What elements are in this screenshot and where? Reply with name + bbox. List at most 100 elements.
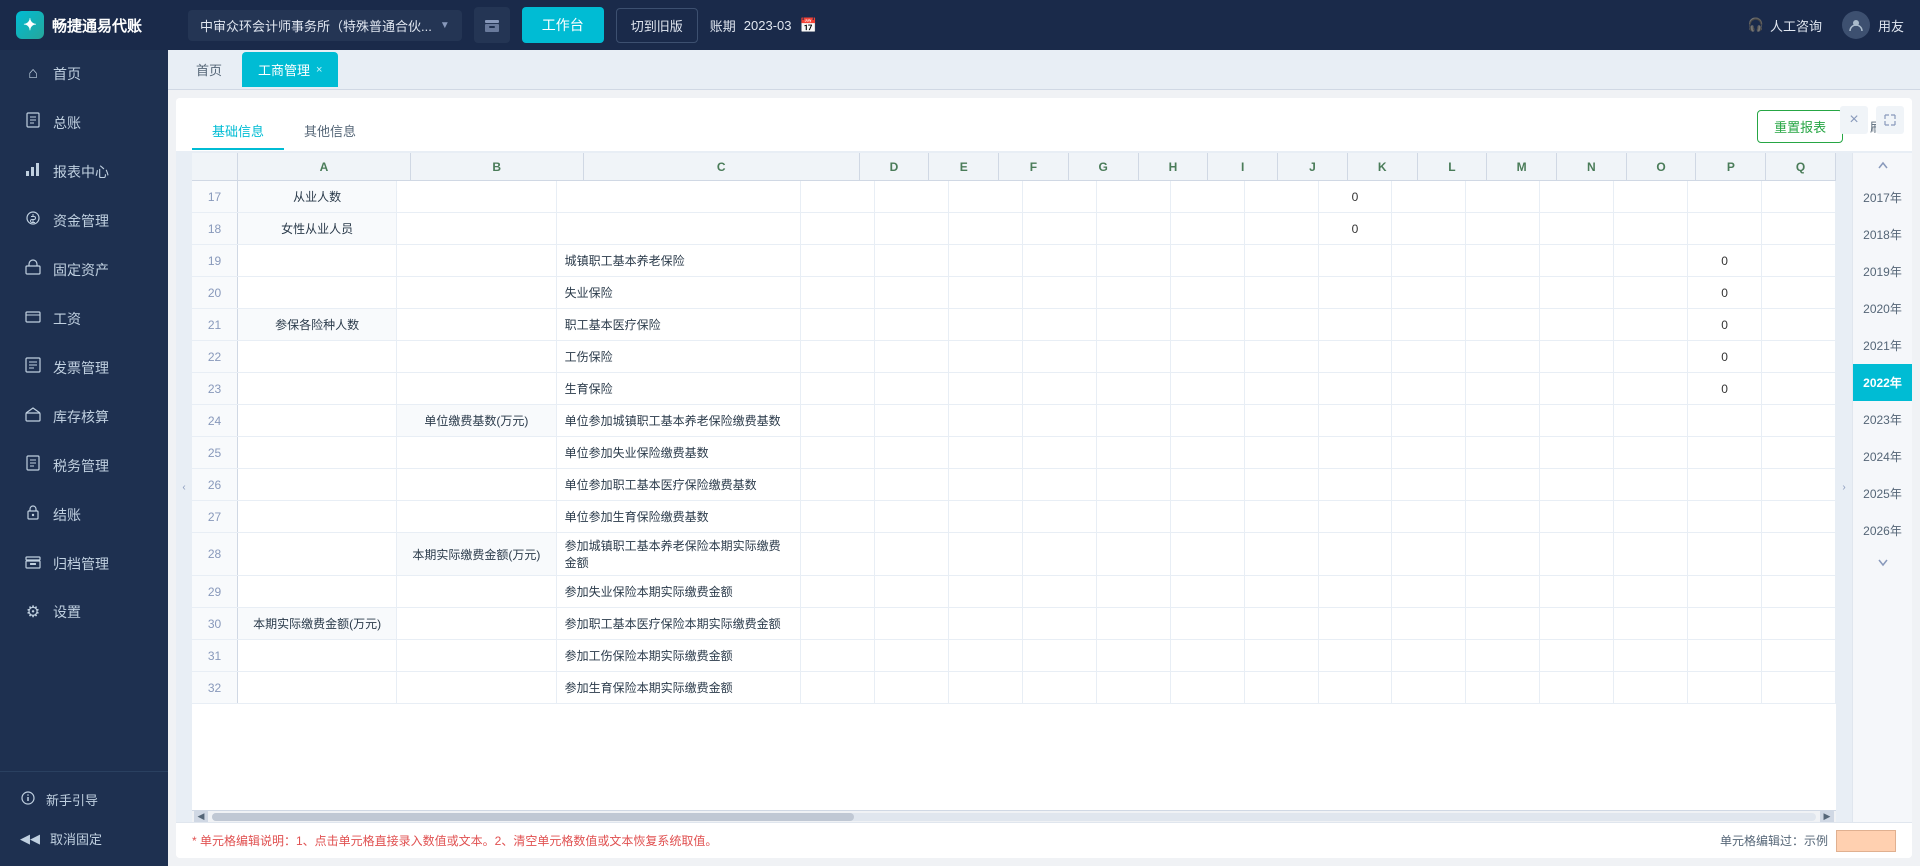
- cell-29-a[interactable]: [238, 576, 397, 607]
- cell-28-b[interactable]: 本期实际缴费金额(万元): [397, 533, 556, 575]
- cell-30-d[interactable]: [801, 608, 875, 639]
- cell-30-k[interactable]: [1319, 608, 1393, 639]
- company-selector[interactable]: 中审众环会计师事务所（特殊普通合伙... ▼: [188, 10, 462, 41]
- cell-30-f[interactable]: [949, 608, 1023, 639]
- cell-27-i[interactable]: [1171, 501, 1245, 532]
- cell-28-e[interactable]: [875, 533, 949, 575]
- cell-31-g[interactable]: [1023, 640, 1097, 671]
- cell-28-n[interactable]: [1540, 533, 1614, 575]
- cell-22-n[interactable]: [1540, 341, 1614, 372]
- cell-25-k[interactable]: [1319, 437, 1393, 468]
- cell-29-o[interactable]: [1614, 576, 1688, 607]
- cell-22-j[interactable]: [1245, 341, 1319, 372]
- cell-28-m[interactable]: [1466, 533, 1540, 575]
- cell-22-l[interactable]: [1392, 341, 1466, 372]
- cell-28-f[interactable]: [949, 533, 1023, 575]
- cell-25-d[interactable]: [801, 437, 875, 468]
- cell-21-h[interactable]: [1097, 309, 1171, 340]
- cell-19-a[interactable]: [238, 245, 397, 276]
- cell-30-c[interactable]: 参加职工基本医疗保险本期实际缴费金额: [557, 608, 802, 639]
- cell-29-c[interactable]: 参加失业保险本期实际缴费金额: [557, 576, 802, 607]
- cell-32-a[interactable]: [238, 672, 397, 703]
- year-item-2017[interactable]: 2017年: [1853, 179, 1912, 216]
- cell-29-q[interactable]: [1762, 576, 1836, 607]
- cell-20-g[interactable]: [1023, 277, 1097, 308]
- cell-31-d[interactable]: [801, 640, 875, 671]
- cell-22-m[interactable]: [1466, 341, 1540, 372]
- cell-22-h[interactable]: [1097, 341, 1171, 372]
- cell-29-l[interactable]: [1392, 576, 1466, 607]
- cell-27-l[interactable]: [1392, 501, 1466, 532]
- cell-24-l[interactable]: [1392, 405, 1466, 436]
- cell-30-o[interactable]: [1614, 608, 1688, 639]
- cell-22-g[interactable]: [1023, 341, 1097, 372]
- close-window-button[interactable]: ×: [1840, 106, 1868, 134]
- cell-25-g[interactable]: [1023, 437, 1097, 468]
- sidebar-item-settings[interactable]: ⚙ 设置: [0, 588, 168, 636]
- cell-28-o[interactable]: [1614, 533, 1688, 575]
- user-area[interactable]: 用友: [1842, 11, 1904, 39]
- cell-26-l[interactable]: [1392, 469, 1466, 500]
- cell-23-e[interactable]: [875, 373, 949, 404]
- cell-32-i[interactable]: [1171, 672, 1245, 703]
- cell-32-c[interactable]: 参加生育保险本期实际缴费金额: [557, 672, 802, 703]
- workbench-button[interactable]: 工作台: [522, 7, 604, 43]
- cell-27-a[interactable]: [238, 501, 397, 532]
- cell-26-d[interactable]: [801, 469, 875, 500]
- cell-26-m[interactable]: [1466, 469, 1540, 500]
- cell-31-j[interactable]: [1245, 640, 1319, 671]
- cell-17-l[interactable]: [1392, 181, 1466, 212]
- cell-21-k[interactable]: [1319, 309, 1393, 340]
- cell-18-m[interactable]: [1466, 213, 1540, 244]
- cell-20-m[interactable]: [1466, 277, 1540, 308]
- cell-18-i[interactable]: [1171, 213, 1245, 244]
- cell-31-i[interactable]: [1171, 640, 1245, 671]
- h-scroll-bar[interactable]: ◀ ▶: [192, 810, 1836, 822]
- cell-17-n[interactable]: [1540, 181, 1614, 212]
- cell-29-e[interactable]: [875, 576, 949, 607]
- cell-27-n[interactable]: [1540, 501, 1614, 532]
- cell-23-q[interactable]: [1762, 373, 1836, 404]
- cell-28-i[interactable]: [1171, 533, 1245, 575]
- cell-29-k[interactable]: [1319, 576, 1393, 607]
- cell-29-h[interactable]: [1097, 576, 1171, 607]
- year-item-2023[interactable]: 2023年: [1853, 401, 1912, 438]
- cell-21-a[interactable]: 参保各险种人数: [238, 309, 397, 340]
- cell-25-h[interactable]: [1097, 437, 1171, 468]
- cell-31-p[interactable]: [1688, 640, 1762, 671]
- cell-24-i[interactable]: [1171, 405, 1245, 436]
- cell-17-m[interactable]: [1466, 181, 1540, 212]
- cell-24-d[interactable]: [801, 405, 875, 436]
- cell-26-o[interactable]: [1614, 469, 1688, 500]
- cell-17-f[interactable]: [949, 181, 1023, 212]
- cell-21-c[interactable]: 职工基本医疗保险: [557, 309, 802, 340]
- cell-23-m[interactable]: [1466, 373, 1540, 404]
- sidebar-item-inventory[interactable]: 库存核算: [0, 392, 168, 441]
- cell-25-e[interactable]: [875, 437, 949, 468]
- cell-24-c[interactable]: 单位参加城镇职工基本养老保险缴费基数: [557, 405, 802, 436]
- year-panel-down[interactable]: [1853, 549, 1912, 575]
- cell-27-o[interactable]: [1614, 501, 1688, 532]
- cell-21-m[interactable]: [1466, 309, 1540, 340]
- cell-31-q[interactable]: [1762, 640, 1836, 671]
- cell-20-o[interactable]: [1614, 277, 1688, 308]
- cell-18-j[interactable]: [1245, 213, 1319, 244]
- cell-22-p[interactable]: 0: [1688, 341, 1762, 372]
- sidebar-item-archivemgmt[interactable]: 归档管理: [0, 539, 168, 588]
- cell-20-f[interactable]: [949, 277, 1023, 308]
- cell-31-o[interactable]: [1614, 640, 1688, 671]
- cell-25-b[interactable]: [397, 437, 556, 468]
- cell-26-a[interactable]: [238, 469, 397, 500]
- cell-27-j[interactable]: [1245, 501, 1319, 532]
- calendar-icon[interactable]: 📅: [800, 17, 817, 34]
- cell-29-p[interactable]: [1688, 576, 1762, 607]
- cell-27-c[interactable]: 单位参加生育保险缴费基数: [557, 501, 802, 532]
- cell-20-l[interactable]: [1392, 277, 1466, 308]
- cell-24-p[interactable]: [1688, 405, 1762, 436]
- cell-19-d[interactable]: [801, 245, 875, 276]
- cell-19-j[interactable]: [1245, 245, 1319, 276]
- cell-21-e[interactable]: [875, 309, 949, 340]
- cell-18-c[interactable]: [557, 213, 802, 244]
- year-item-2020[interactable]: 2020年: [1853, 290, 1912, 327]
- cell-19-o[interactable]: [1614, 245, 1688, 276]
